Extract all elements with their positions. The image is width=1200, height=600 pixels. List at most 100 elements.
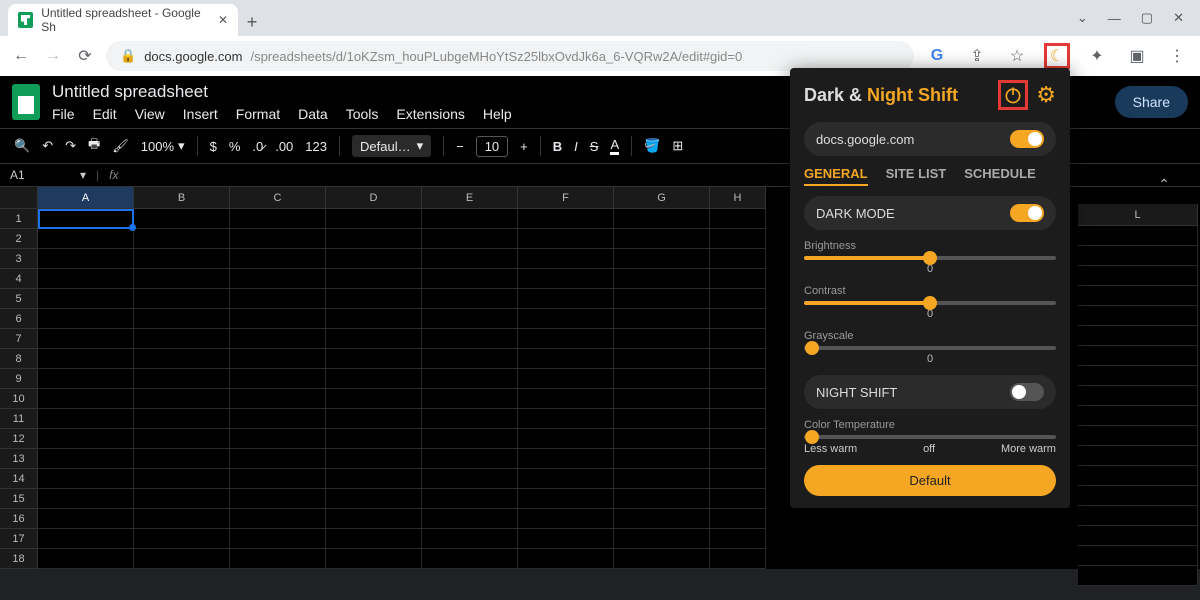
cell[interactable] — [614, 529, 710, 549]
redo-icon[interactable]: ↷ — [65, 138, 76, 154]
bookmark-icon[interactable]: ☆ — [1004, 43, 1030, 69]
maximize-icon[interactable]: ▢ — [1141, 10, 1153, 26]
cell[interactable] — [1078, 306, 1198, 326]
cell[interactable] — [422, 289, 518, 309]
doc-title[interactable]: Untitled spreadsheet — [52, 82, 512, 102]
cell[interactable] — [326, 469, 422, 489]
cell[interactable] — [614, 369, 710, 389]
cell[interactable] — [614, 449, 710, 469]
menu-file[interactable]: File — [52, 106, 75, 122]
close-window-icon[interactable]: ✕ — [1173, 10, 1184, 26]
search-icon[interactable]: 🔍 — [14, 138, 30, 154]
font-size-decrease[interactable]: − — [456, 139, 464, 154]
cell[interactable] — [1078, 366, 1198, 386]
cell[interactable] — [134, 449, 230, 469]
browser-tab[interactable]: Untitled spreadsheet - Google Sh ✕ — [8, 4, 238, 36]
share-page-icon[interactable]: ⇪ — [964, 43, 990, 69]
menu-insert[interactable]: Insert — [183, 106, 218, 122]
cell[interactable] — [1078, 266, 1198, 286]
row-header-12[interactable]: 12 — [0, 429, 38, 449]
cell[interactable] — [710, 389, 766, 409]
cell[interactable] — [710, 349, 766, 369]
fill-color-icon[interactable]: 🪣 — [644, 138, 660, 154]
cell[interactable] — [710, 529, 766, 549]
cell[interactable] — [38, 449, 134, 469]
forward-button[interactable]: → — [42, 45, 64, 67]
col-header-e[interactable]: E — [422, 187, 518, 209]
cell[interactable] — [422, 269, 518, 289]
cell[interactable] — [422, 229, 518, 249]
col-header-b[interactable]: B — [134, 187, 230, 209]
font-size-increase[interactable]: + — [520, 139, 528, 154]
night-shift-toggle[interactable]: NIGHT SHIFT — [804, 375, 1056, 409]
menu-help[interactable]: Help — [483, 106, 512, 122]
cell[interactable] — [230, 349, 326, 369]
cell[interactable] — [38, 529, 134, 549]
grayscale-slider[interactable] — [804, 346, 1056, 350]
cell[interactable] — [38, 409, 134, 429]
select-all-corner[interactable] — [0, 187, 38, 209]
cell[interactable] — [1078, 486, 1198, 506]
cell[interactable] — [230, 209, 326, 229]
brightness-slider[interactable] — [804, 256, 1056, 260]
cell[interactable] — [326, 429, 422, 449]
cell[interactable] — [230, 289, 326, 309]
cell[interactable] — [38, 309, 134, 329]
share-button[interactable]: Share — [1115, 86, 1188, 118]
cell[interactable] — [422, 529, 518, 549]
cell[interactable] — [614, 469, 710, 489]
cell[interactable] — [134, 349, 230, 369]
decrease-decimal-icon[interactable]: .0̷ — [252, 139, 263, 154]
cell[interactable] — [134, 249, 230, 269]
paint-format-icon[interactable]: 🖌 — [112, 138, 129, 154]
row-header-6[interactable]: 6 — [0, 309, 38, 329]
cell[interactable] — [518, 269, 614, 289]
cell[interactable] — [518, 509, 614, 529]
cell[interactable] — [230, 409, 326, 429]
cell[interactable] — [710, 449, 766, 469]
new-tab-button[interactable]: + — [238, 8, 266, 36]
cell[interactable] — [518, 449, 614, 469]
back-button[interactable]: ← — [10, 45, 32, 67]
cell[interactable] — [1078, 226, 1198, 246]
row-header-2[interactable]: 2 — [0, 229, 38, 249]
chevron-down-icon[interactable]: ⌄ — [1077, 10, 1088, 26]
cell[interactable] — [326, 329, 422, 349]
cell[interactable] — [422, 389, 518, 409]
cell[interactable] — [134, 469, 230, 489]
cell[interactable] — [134, 549, 230, 569]
cell[interactable] — [710, 469, 766, 489]
cell[interactable] — [518, 409, 614, 429]
cell[interactable] — [518, 209, 614, 229]
cell[interactable] — [134, 209, 230, 229]
cell[interactable] — [422, 209, 518, 229]
cell[interactable] — [326, 409, 422, 429]
cell[interactable] — [230, 389, 326, 409]
cell[interactable] — [230, 229, 326, 249]
cell[interactable] — [134, 289, 230, 309]
cell[interactable] — [614, 269, 710, 289]
dark-nightshift-extension-icon[interactable]: ☾ — [1044, 43, 1070, 69]
settings-gear-icon[interactable]: ⚙ — [1036, 82, 1056, 108]
row-header-13[interactable]: 13 — [0, 449, 38, 469]
row-header-14[interactable]: 14 — [0, 469, 38, 489]
menu-data[interactable]: Data — [298, 106, 328, 122]
print-icon[interactable]: 🖶 — [88, 135, 100, 157]
cell[interactable] — [230, 489, 326, 509]
cell[interactable] — [710, 209, 766, 229]
color-temp-slider[interactable] — [804, 435, 1056, 439]
cell[interactable] — [134, 389, 230, 409]
col-header-a[interactable]: A — [38, 187, 134, 209]
cell[interactable] — [134, 529, 230, 549]
row-header-8[interactable]: 8 — [0, 349, 38, 369]
cell[interactable] — [422, 249, 518, 269]
domain-switch[interactable] — [1010, 130, 1044, 148]
cell[interactable] — [230, 369, 326, 389]
cell[interactable] — [614, 489, 710, 509]
browser-menu-icon[interactable]: ⋮ — [1164, 43, 1190, 69]
cell[interactable] — [422, 409, 518, 429]
cell[interactable] — [518, 249, 614, 269]
cell[interactable] — [134, 309, 230, 329]
google-icon[interactable]: G — [924, 43, 950, 69]
col-header-d[interactable]: D — [326, 187, 422, 209]
